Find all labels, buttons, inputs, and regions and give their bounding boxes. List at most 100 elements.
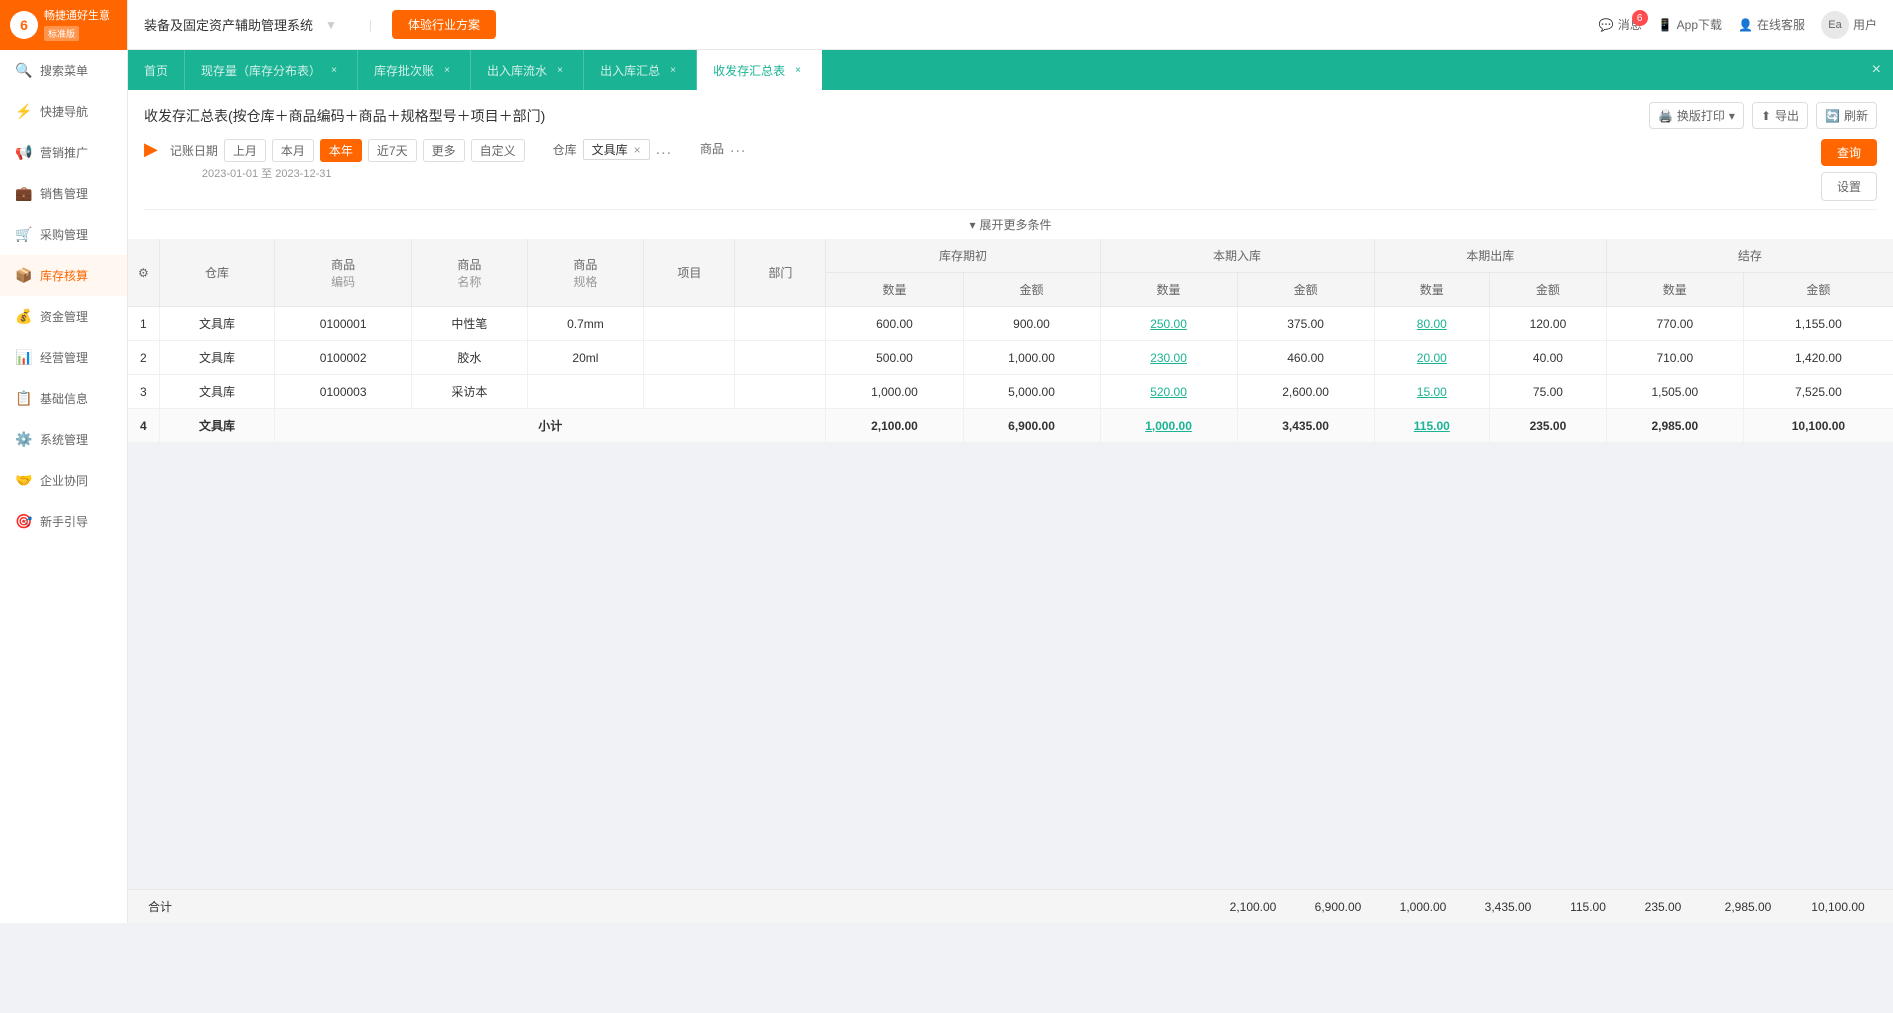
tab-batch[interactable]: 库存批次账 × xyxy=(358,50,471,90)
sidebar-item-sales[interactable]: 💼 销售管理 xyxy=(0,173,127,214)
date-range-display: 2023-01-01 至 2023-12-31 xyxy=(170,165,525,181)
service-icon: 👤 xyxy=(1738,18,1753,32)
message-badge: 6 xyxy=(1632,10,1648,26)
app-download-button[interactable]: 📱 App下载 xyxy=(1658,16,1722,33)
row-dept xyxy=(735,307,826,341)
th-out-qty: 数量 xyxy=(1374,273,1489,307)
row-bal-amount: 10,100.00 xyxy=(1743,409,1893,443)
row-out-qty-link[interactable]: 115.00 xyxy=(1374,409,1489,443)
sidebar-item-basic[interactable]: 📋 基础信息 xyxy=(0,378,127,419)
row-in-qty-link[interactable]: 520.00 xyxy=(1100,375,1237,409)
date-btn-7days[interactable]: 近7天 xyxy=(368,139,417,162)
print-button[interactable]: 🖨️ 换版打印 ▾ xyxy=(1649,102,1744,129)
tab-close-all-button[interactable]: × xyxy=(1860,61,1893,79)
settings-gear-icon[interactable]: ⚙ xyxy=(138,266,149,280)
system-icon: ⚙️ xyxy=(16,432,32,448)
sidebar-item-collab[interactable]: 🤝 企业协同 xyxy=(0,460,127,501)
sidebar-item-search[interactable]: 🔍 搜索菜单 xyxy=(0,50,127,91)
tab-home[interactable]: 首页 xyxy=(128,50,185,90)
tab-close-icon[interactable]: × xyxy=(327,63,341,77)
chevron-down-icon: ▾ xyxy=(969,218,975,232)
date-btn-more[interactable]: 更多 xyxy=(423,139,465,162)
row-in-qty-link[interactable]: 250.00 xyxy=(1100,307,1237,341)
row-in-amount: 3,435.00 xyxy=(1237,409,1374,443)
row-warehouse: 文具库 xyxy=(159,375,274,409)
sidebar-item-system[interactable]: ⚙️ 系统管理 xyxy=(0,419,127,460)
total-in-qty: 1,000.00 xyxy=(1383,900,1463,914)
brand-tag: 标准版 xyxy=(44,26,79,41)
sidebar-item-finance[interactable]: 💰 资金管理 xyxy=(0,296,127,337)
th-project: 项目 xyxy=(644,239,735,307)
tab-close-icon[interactable]: × xyxy=(666,63,680,77)
th-out-amount: 金额 xyxy=(1490,273,1607,307)
collab-icon: 🤝 xyxy=(16,473,32,489)
table-row: 2 文具库 0100002 胶水 20ml 500.00 1,000.00 23… xyxy=(128,341,1893,375)
tab-close-icon[interactable]: × xyxy=(791,63,805,77)
date-btn-last-month[interactable]: 上月 xyxy=(224,139,266,162)
settings-button[interactable]: 设置 xyxy=(1821,172,1877,201)
warehouse-filter: 仓库 文具库 × ... xyxy=(553,139,672,160)
row-in-qty-link[interactable]: 230.00 xyxy=(1100,341,1237,375)
total-out-amount: 235.00 xyxy=(1623,900,1703,914)
row-bal-qty: 1,505.00 xyxy=(1606,375,1743,409)
filter-collapse-arrow[interactable]: ▶ xyxy=(144,139,158,160)
commodity-label: 商品 xyxy=(700,140,724,157)
commodity-more-dots[interactable]: ... xyxy=(730,139,746,157)
sidebar-item-purchase[interactable]: 🛒 采购管理 xyxy=(0,214,127,255)
nav-icon: ⚡ xyxy=(16,104,32,120)
row-start-amount: 6,900.00 xyxy=(963,409,1100,443)
date-btn-this-month[interactable]: 本月 xyxy=(272,139,314,162)
total-bal-amount: 10,100.00 xyxy=(1793,900,1883,914)
sidebar-item-operations[interactable]: 📊 经营管理 xyxy=(0,337,127,378)
row-warehouse: 文具库 xyxy=(159,307,274,341)
tab-rfs-summary[interactable]: 收发存汇总表 × xyxy=(697,50,822,90)
row-in-qty-link[interactable]: 1,000.00 xyxy=(1100,409,1237,443)
message-button[interactable]: 💬 消息 6 xyxy=(1599,16,1642,33)
warehouse-label: 仓库 xyxy=(553,141,577,158)
row-bal-qty: 770.00 xyxy=(1606,307,1743,341)
th-code: 商品编码 xyxy=(275,239,412,307)
phone-icon: 📱 xyxy=(1658,18,1673,32)
sidebar-item-marketing[interactable]: 📢 营销推广 xyxy=(0,132,127,173)
row-dept xyxy=(735,341,826,375)
row-dept xyxy=(735,375,826,409)
col-settings-header[interactable]: ⚙ xyxy=(128,239,159,307)
sidebar-item-nav[interactable]: ⚡ 快捷导航 xyxy=(0,91,127,132)
date-btn-this-year[interactable]: 本年 xyxy=(320,139,362,162)
th-period-out: 本期出库 xyxy=(1374,239,1606,273)
online-service-button[interactable]: 👤 在线客服 xyxy=(1738,16,1805,33)
row-no: 4 xyxy=(128,409,159,443)
row-code: 0100003 xyxy=(275,375,412,409)
user-menu[interactable]: Ea 用户 xyxy=(1821,11,1877,39)
tab-close-icon[interactable]: × xyxy=(440,63,454,77)
sidebar-item-inventory[interactable]: 📦 库存核算 xyxy=(0,255,127,296)
logo-icon: 6 xyxy=(10,11,38,39)
export-button[interactable]: ⬆ 导出 xyxy=(1752,102,1808,129)
tab-inventory-dist[interactable]: 现存量（库存分布表） × xyxy=(185,50,358,90)
query-button[interactable]: 查询 xyxy=(1821,139,1877,166)
trial-button[interactable]: 体验行业方案 xyxy=(392,10,496,39)
refresh-button[interactable]: 🔄 刷新 xyxy=(1816,102,1877,129)
date-btn-custom[interactable]: 自定义 xyxy=(471,139,525,162)
tab-close-icon[interactable]: × xyxy=(553,63,567,77)
topbar: 装备及固定资产辅助管理系统 ▼ | 体验行业方案 💬 消息 6 📱 App下载 … xyxy=(128,0,1893,50)
page-header-area: 收发存汇总表(按仓库＋商品编码＋商品＋规格型号＋项目＋部门) 🖨️ 换版打印 ▾… xyxy=(128,90,1893,239)
basic-icon: 📋 xyxy=(16,391,32,407)
row-in-amount: 2,600.00 xyxy=(1237,375,1374,409)
tab-flow[interactable]: 出入库流水 × xyxy=(471,50,584,90)
tab-inout-summary[interactable]: 出入库汇总 × xyxy=(584,50,697,90)
expand-conditions-button[interactable]: ▾ 展开更多条件 xyxy=(969,216,1051,233)
row-subtotal-label: 小计 xyxy=(275,409,826,443)
row-project xyxy=(644,307,735,341)
row-name: 采访本 xyxy=(412,375,527,409)
row-out-qty-link[interactable]: 20.00 xyxy=(1374,341,1489,375)
warehouse-more-dots[interactable]: ... xyxy=(656,141,672,159)
row-bal-amount: 7,525.00 xyxy=(1743,375,1893,409)
row-out-qty-link[interactable]: 15.00 xyxy=(1374,375,1489,409)
warehouse-tag-close[interactable]: × xyxy=(634,143,641,157)
row-out-qty-link[interactable]: 80.00 xyxy=(1374,307,1489,341)
tabbar: 首页 现存量（库存分布表） × 库存批次账 × 出入库流水 × 出入库汇总 × … xyxy=(128,50,1893,90)
date-filter-row: 记账日期 上月 本月 本年 近7天 更多 自定义 xyxy=(170,139,525,162)
sidebar-item-guide[interactable]: 🎯 新手引导 xyxy=(0,501,127,542)
commodity-filter: 商品 ... xyxy=(700,139,746,157)
